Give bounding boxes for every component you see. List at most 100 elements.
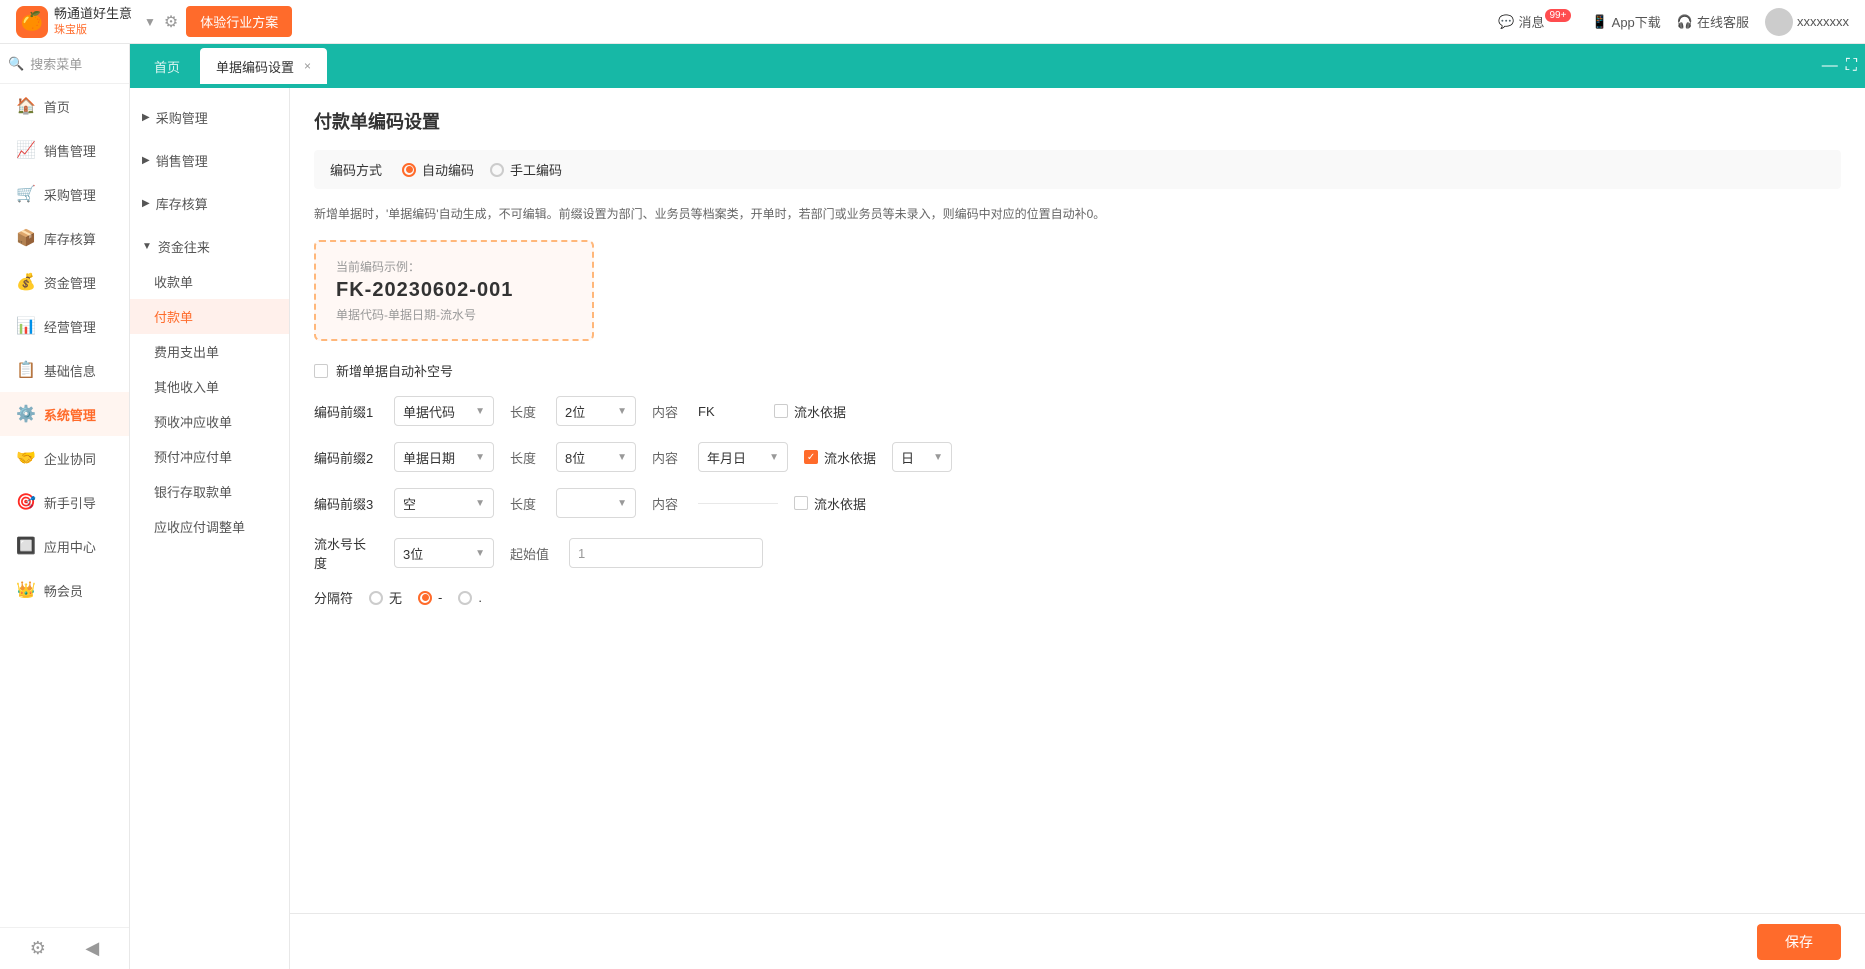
sub-menu-header-sales[interactable]: ▶ 销售管理 <box>130 143 289 178</box>
prefix3-arrow: ▼ <box>475 498 485 509</box>
basic-icon: 📋 <box>16 360 36 380</box>
sub-menu-item-advance-pay[interactable]: 预付冲应付单 <box>130 439 289 474</box>
sub-menu-item-advance-receive[interactable]: 预收冲应收单 <box>130 404 289 439</box>
sidebar: 🔍 搜索菜单 🏠 首页 📈 销售管理 🛒 采购管理 📦 库存核算 💰 资金管理 … <box>0 44 130 969</box>
prefix3-serial-checkbox[interactable] <box>794 496 808 510</box>
tabs-bar-actions: — ⛶ <box>1822 57 1857 75</box>
radio-manual[interactable]: 手工编码 <box>490 160 562 179</box>
save-button[interactable]: 保存 <box>1757 924 1841 960</box>
sub-menu-item-other-income[interactable]: 其他收入单 <box>130 369 289 404</box>
sidebar-label-sales: 销售管理 <box>44 141 96 160</box>
separator-label: 分隔符 <box>314 588 353 607</box>
collapse-icon[interactable]: ◀ <box>85 938 99 959</box>
prefix1-length-select[interactable]: 2位 ▼ <box>556 396 636 426</box>
prefix2-serial-label: 流水依据 <box>824 448 876 467</box>
tab-active[interactable]: 单据编码设置 × <box>200 48 327 84</box>
prefix2-period-select[interactable]: 日 ▼ <box>892 442 952 472</box>
prefix2-select[interactable]: 单据日期 ▼ <box>394 442 494 472</box>
preview-desc: 单据代码-单据日期-流水号 <box>336 306 572 323</box>
tab-home[interactable]: 首页 <box>138 48 196 84</box>
sidebar-item-home[interactable]: 🏠 首页 <box>0 84 129 128</box>
sub-menu-header-purchase[interactable]: ▶ 采购管理 <box>130 100 289 135</box>
messages-badge: 99+ <box>1545 9 1572 22</box>
sub-menu-label-capital: 资金往来 <box>158 237 210 256</box>
prefix3-length-arrow: ▼ <box>617 498 627 509</box>
sidebar-item-purchase[interactable]: 🛒 采购管理 <box>0 172 129 216</box>
main-layout: 🔍 搜索菜单 🏠 首页 📈 销售管理 🛒 采购管理 📦 库存核算 💰 资金管理 … <box>0 44 1865 969</box>
sidebar-search[interactable]: 🔍 搜索菜单 <box>0 44 129 84</box>
app-download-item[interactable]: 📱 App下载 <box>1591 12 1660 31</box>
sidebar-item-member[interactable]: 👑 畅会员 <box>0 568 129 612</box>
sidebar-label-guide: 新手引导 <box>44 493 96 512</box>
sidebar-item-operations[interactable]: 📊 经营管理 <box>0 304 129 348</box>
prefix2-serial-group: ✓ 流水依据 <box>804 448 876 467</box>
prefix1-content-label: 内容 <box>652 402 678 421</box>
sidebar-item-system[interactable]: ⚙️ 系统管理 <box>0 392 129 436</box>
sub-menu-item-receipt[interactable]: 收款单 <box>130 264 289 299</box>
experience-button[interactable]: 体验行业方案 <box>186 6 292 37</box>
minimize-tab-icon[interactable]: — <box>1822 57 1838 75</box>
separator-dot[interactable]: . <box>458 590 482 605</box>
separator-dash[interactable]: - <box>418 590 442 605</box>
app-icon: 📱 <box>1591 14 1607 30</box>
sidebar-item-enterprise[interactable]: 🤝 企业协同 <box>0 436 129 480</box>
prefix2-serial-checkbox[interactable]: ✓ <box>804 450 818 464</box>
sidebar-item-guide[interactable]: 🎯 新手引导 <box>0 480 129 524</box>
apps-icon: 🔲 <box>16 536 36 556</box>
prefix2-row: 编码前缀2 单据日期 ▼ 长度 8位 ▼ 内容 年月日 <box>314 442 1841 472</box>
expand-tab-icon[interactable]: ⛶ <box>1846 57 1857 75</box>
sidebar-label-purchase: 采购管理 <box>44 185 96 204</box>
sidebar-item-apps[interactable]: 🔲 应用中心 <box>0 524 129 568</box>
auto-fill-checkbox[interactable] <box>314 364 328 378</box>
prefix2-length-select[interactable]: 8位 ▼ <box>556 442 636 472</box>
tab-close-icon[interactable]: × <box>304 59 311 73</box>
preview-code: FK-20230602-001 <box>336 279 572 302</box>
sub-menu-item-adjustment[interactable]: 应收应付调整单 <box>130 509 289 544</box>
prefix2-content-label: 内容 <box>652 448 678 467</box>
messages-item[interactable]: 💬 消息 99+ <box>1498 12 1575 31</box>
sub-menu-item-expense[interactable]: 费用支出单 <box>130 334 289 369</box>
start-value-label: 起始值 <box>510 544 549 563</box>
settings-bottom-icon[interactable]: ⚙ <box>30 938 46 959</box>
prefix2-label: 编码前缀2 <box>314 448 378 467</box>
prefix3-value: 空 <box>403 494 416 513</box>
nav-dropdown[interactable]: ▼ <box>144 15 156 29</box>
logo: 🍊 畅通道好生意 珠宝版 <box>16 6 132 38</box>
coding-method-row: 编码方式 自动编码 手工编码 <box>314 150 1841 189</box>
settings-icon[interactable]: ⚙ <box>164 12 178 32</box>
sub-menu-header-capital[interactable]: ▼ 资金往来 <box>130 229 289 264</box>
radio-dot-auto <box>402 163 416 177</box>
sidebar-item-inventory[interactable]: 📦 库存核算 <box>0 216 129 260</box>
sub-menu-item-payment[interactable]: 付款单 <box>130 299 289 334</box>
prefix1-select[interactable]: 单据代码 ▼ <box>394 396 494 426</box>
logo-icon: 🍊 <box>16 6 48 38</box>
prefix1-serial-checkbox[interactable] <box>774 404 788 418</box>
sub-menu-label-purchase: 采购管理 <box>156 108 208 127</box>
start-value-input[interactable] <box>569 538 763 568</box>
prefix2-length-label: 长度 <box>510 448 536 467</box>
sidebar-item-basic[interactable]: 📋 基础信息 <box>0 348 129 392</box>
prefix2-content-select[interactable]: 年月日 ▼ <box>698 442 788 472</box>
member-icon: 👑 <box>16 580 36 600</box>
user-avatar <box>1765 8 1793 36</box>
sidebar-item-finance[interactable]: 💰 资金管理 <box>0 260 129 304</box>
sub-menu-header-inventory[interactable]: ▶ 库存核算 <box>130 186 289 221</box>
prefix3-select[interactable]: 空 ▼ <box>394 488 494 518</box>
sub-menu-item-bank[interactable]: 银行存取款单 <box>130 474 289 509</box>
serial-length-select[interactable]: 3位 ▼ <box>394 538 494 568</box>
user-item[interactable]: xxxxxxxx <box>1765 8 1849 36</box>
arrow-purchase: ▶ <box>142 112 150 123</box>
logo-text-block: 畅通道好生意 珠宝版 <box>54 6 132 38</box>
page-content: ▶ 采购管理 ▶ 销售管理 ▶ 库存核算 <box>130 88 1865 969</box>
tabs-bar: 首页 单据编码设置 × — ⛶ <box>130 44 1865 88</box>
prefix1-row: 编码前缀1 单据代码 ▼ 长度 2位 ▼ 内容 FK <box>314 396 1841 426</box>
right-panel: 付款单编码设置 编码方式 自动编码 手工编码 <box>290 88 1865 969</box>
radio-auto[interactable]: 自动编码 <box>402 160 474 179</box>
prefix3-length-select[interactable]: ▼ <box>556 488 636 518</box>
separator-none[interactable]: 无 <box>369 588 402 607</box>
sidebar-item-sales[interactable]: 📈 销售管理 <box>0 128 129 172</box>
auto-fill-label: 新增单据自动补空号 <box>336 361 453 380</box>
online-service-item[interactable]: 🎧 在线客服 <box>1677 12 1749 31</box>
separator-dash-dot <box>418 591 432 605</box>
sidebar-bottom: ⚙ ◀ <box>0 927 129 969</box>
